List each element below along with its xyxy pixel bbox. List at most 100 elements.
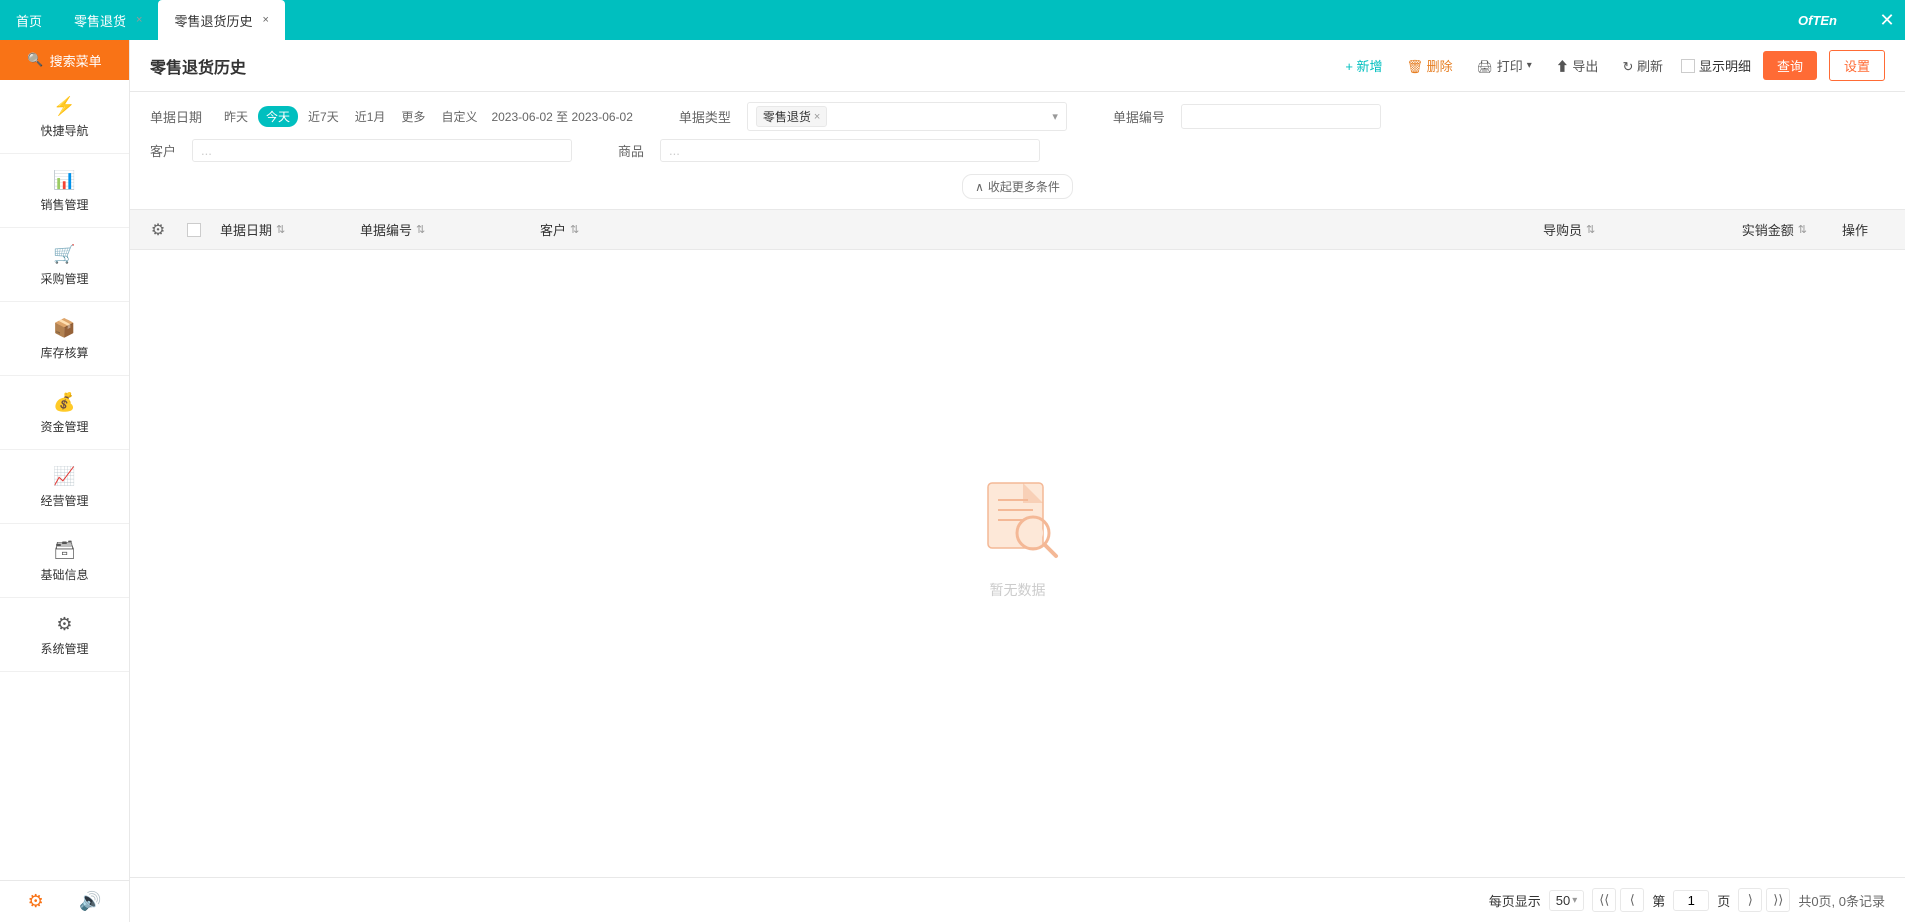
table-header: ⚙ 单据日期 ⇅ 单据编号 ⇅ 客户 ⇅ 导购员 ⇅ [130,210,1905,250]
page-label: 第 [1652,891,1665,910]
total-info: 共0页, 0条记录 [1798,891,1885,910]
select-all-checkbox-box[interactable] [187,223,201,237]
col-amount-sort-icon: ⇅ [1798,223,1807,236]
goods-filter-input[interactable]: ... [660,139,1040,162]
col-date-sort-icon: ⇅ [276,223,285,236]
top-bar: 首页 零售退货 × 零售退货历史 × OfTEn ✕ [0,0,1905,40]
page-header: 零售退货历史 + 新增 🗑 删除 🖨 打印 ▾ ⬆ 导出 ↻ 刷新 [130,40,1905,92]
sidebar-item-business[interactable]: 📈 经营管理 [0,450,129,524]
refresh-button[interactable]: ↻ 刷新 [1616,52,1669,79]
sidebar-item-system-label: 系统管理 [40,640,88,657]
export-button[interactable]: ⬆ 导出 [1550,52,1605,79]
tab-retail-return[interactable]: 零售退货 × [58,0,158,40]
sidebar-item-finance[interactable]: 💰 资金管理 [0,376,129,450]
basic-info-icon: 🗃 [53,538,77,562]
sidebar-item-sales-label: 销售管理 [40,196,88,213]
col-amount-label: 实销金额 [1742,220,1794,239]
per-page-value: 50 [1556,893,1570,908]
tab-home-label: 首页 [16,11,42,30]
col-number-label: 单据编号 [360,220,412,239]
col-customer-label: 客户 [540,220,566,239]
table-settings-icon[interactable]: ⚙ [140,220,176,240]
filter-row-1: 单据日期 昨天 今天 近7天 近1月 更多 自定义 2023-06-02 至 2… [150,102,1885,131]
sidebar-search[interactable]: 🔍 搜索菜单 [0,40,129,80]
print-button[interactable]: 🖨 打印 ▾ [1471,52,1538,79]
tab-retail-return-close[interactable]: × [136,14,142,26]
delete-button-label: 🗑 删除 [1407,56,1453,75]
collapse-row: ∧ 收起更多条件 [150,170,1885,199]
show-detail-checkbox[interactable] [1681,59,1695,73]
table-area: ⚙ 单据日期 ⇅ 单据编号 ⇅ 客户 ⇅ 导购员 ⇅ [130,210,1905,877]
customer-filter-input[interactable]: ... [192,139,572,162]
sidebar-item-quick-nav[interactable]: ⚡ 快捷导航 [0,80,129,154]
date-btn-custom[interactable]: 自定义 [435,106,483,127]
col-header-number[interactable]: 单据编号 ⇅ [352,220,532,239]
col-action-label: 操作 [1842,220,1868,239]
date-btn-more[interactable]: 更多 [395,106,431,127]
goods-placeholder: ... [669,143,680,158]
settings-button[interactable]: 设置 [1829,50,1885,81]
main-layout: 🔍 搜索菜单 ⚡ 快捷导航 📊 销售管理 🛒 采购管理 📦 库存核算 💰 资金管… [0,40,1905,922]
number-filter-input[interactable] [1181,104,1381,129]
settings-bottom-icon[interactable]: ⚙ [28,891,44,912]
col-header-guide[interactable]: 导购员 ⇅ [1535,220,1695,239]
col-header-amount[interactable]: 实销金额 ⇅ [1695,220,1815,239]
date-filter-buttons: 昨天 今天 近7天 近1月 更多 自定义 2023-06-02 至 2023-0… [218,106,633,127]
settings-button-label: 设置 [1844,56,1870,75]
sidebar-item-sales[interactable]: 📊 销售管理 [0,154,129,228]
sidebar-item-inventory-label: 库存核算 [40,344,88,361]
date-btn-1month[interactable]: 近1月 [349,106,392,127]
customer-placeholder: ... [201,143,212,158]
collapse-button-label: 收起更多条件 [988,178,1060,195]
tab-retail-return-history[interactable]: 零售退货历史 × [158,0,284,40]
export-button-label: ⬆ 导出 [1556,56,1599,75]
tab-home[interactable]: 首页 [0,0,58,40]
type-filter-selected: 零售退货 × [756,106,827,127]
sidebar-item-purchase[interactable]: 🛒 采购管理 [0,228,129,302]
content-area: 零售退货历史 + 新增 🗑 删除 🖨 打印 ▾ ⬆ 导出 ↻ 刷新 [130,40,1905,922]
delete-button[interactable]: 🗑 删除 [1401,52,1459,79]
col-guide-label: 导购员 [1543,220,1582,239]
collapse-button[interactable]: ∧ 收起更多条件 [962,174,1073,199]
page-last-button[interactable]: ⟩⟩ [1766,888,1790,912]
search-icon: 🔍 [27,52,43,68]
add-button[interactable]: + 新增 [1339,52,1388,79]
tab-retail-return-history-label: 零售退货历史 [174,11,252,30]
inventory-icon: 📦 [53,316,77,340]
col-header-date[interactable]: 单据日期 ⇅ [212,220,352,239]
table-select-all-checkbox[interactable] [176,223,212,237]
type-filter-select[interactable]: 零售退货 × ▾ [747,102,1067,131]
sidebar-item-quick-nav-label: 快捷导航 [40,122,88,139]
page-number-input[interactable]: 1 [1673,890,1709,911]
volume-icon[interactable]: 🔊 [79,891,101,912]
finance-icon: 💰 [53,390,77,414]
page-next-button[interactable]: ⟩ [1738,888,1762,912]
pagination: 每页显示 50 ▾ ⟨⟨ ⟨ 第 1 页 ⟩ ⟩⟩ 共0页, 0条记录 [130,877,1905,922]
window-close-button[interactable]: ✕ [1869,2,1905,38]
sidebar-item-system[interactable]: ⚙ 系统管理 [0,598,129,672]
number-filter-label: 单据编号 [1113,107,1165,126]
col-header-action: 操作 [1815,220,1895,239]
col-header-customer[interactable]: 客户 ⇅ [532,220,1535,239]
type-select-dropdown-icon: ▾ [1052,110,1058,123]
tab-retail-return-label: 零售退货 [74,11,126,30]
print-dropdown-icon[interactable]: ▾ [1527,60,1532,71]
sidebar-item-basic-info[interactable]: 🗃 基础信息 [0,524,129,598]
date-btn-7days[interactable]: 近7天 [302,106,345,127]
tab-retail-return-history-close[interactable]: × [262,14,268,26]
per-page-select[interactable]: 50 ▾ [1549,890,1585,911]
type-tag-close[interactable]: × [814,111,820,123]
sidebar-item-inventory[interactable]: 📦 库存核算 [0,302,129,376]
date-btn-yesterday[interactable]: 昨天 [218,106,254,127]
sidebar-search-label: 搜索菜单 [50,51,102,70]
page-prev-button[interactable]: ⟨ [1620,888,1644,912]
sales-icon: 📊 [53,168,77,192]
show-detail-toggle: 显示明细 [1681,56,1751,75]
date-btn-today[interactable]: 今天 [258,106,298,127]
page-title: 零售退货历史 [150,54,246,78]
empty-state-text: 暂无数据 [990,580,1046,600]
business-icon: 📈 [53,464,77,488]
page-first-button[interactable]: ⟨⟨ [1592,888,1616,912]
print-button-label: 🖨 打印 [1477,56,1523,75]
query-button[interactable]: 查询 [1763,51,1817,80]
